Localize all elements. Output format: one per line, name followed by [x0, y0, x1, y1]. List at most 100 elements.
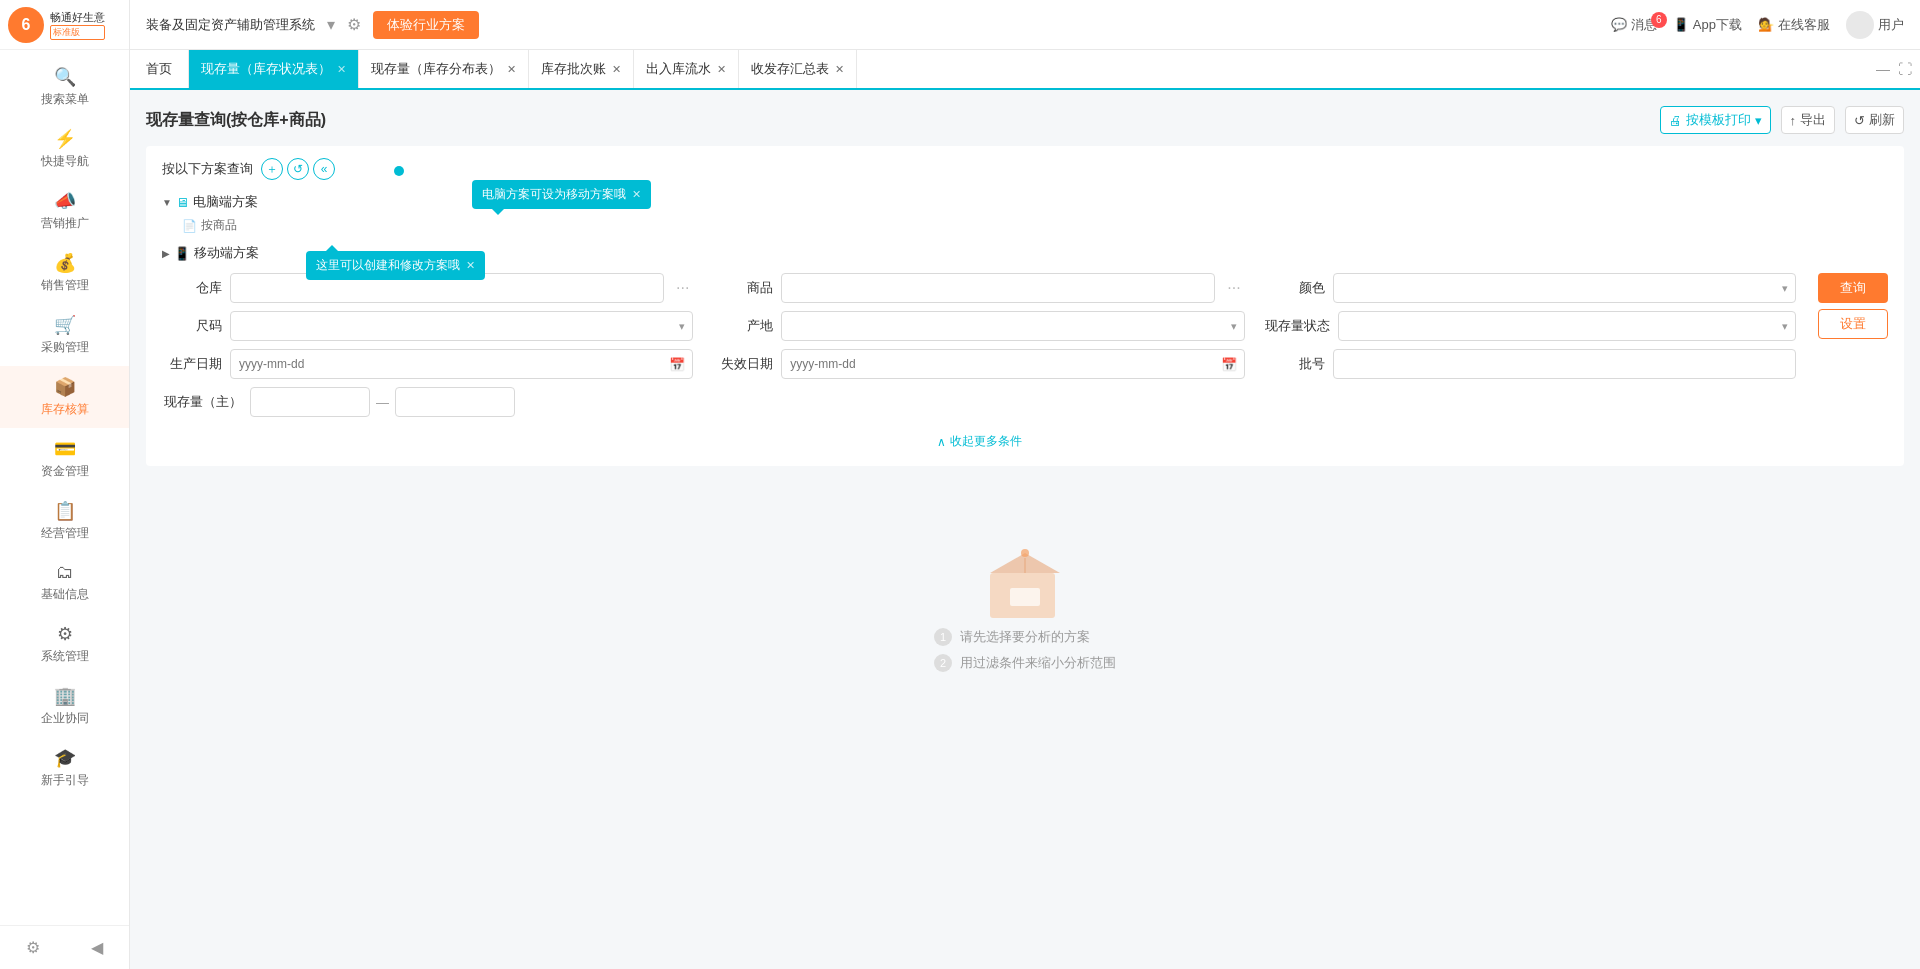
goods-input[interactable]	[781, 273, 1215, 303]
empty-illustration	[975, 538, 1075, 628]
tab-home[interactable]: 首页	[130, 50, 189, 88]
size-label: 尺码	[162, 317, 222, 335]
step-2-num: 2	[934, 654, 952, 672]
tab-close-inout-summary[interactable]: ✕	[835, 63, 844, 76]
tab-inventory-dist[interactable]: 现存量（库存分布表） ✕	[359, 50, 529, 88]
tooltip-scheme-close[interactable]: ✕	[632, 188, 641, 201]
refresh-btn[interactable]: ↺ 刷新	[1845, 106, 1904, 134]
sidebar-item-basic[interactable]: 🗂基础信息	[0, 552, 129, 613]
nav-label-finance: 资金管理	[41, 463, 89, 480]
sidebar-item-finance[interactable]: 💳资金管理	[0, 428, 129, 490]
sidebar-item-sales[interactable]: 💰销售管理	[0, 242, 129, 304]
nav-label-inventory: 库存核算	[41, 401, 89, 418]
warehouse-dots[interactable]: ···	[672, 279, 693, 297]
tab-batch-ledger[interactable]: 库存批次账 ✕	[529, 50, 634, 88]
app-download-item[interactable]: 📱 App下载	[1673, 16, 1742, 34]
stock-qty-max[interactable]	[395, 387, 515, 417]
empty-state: 1 请先选择要分析的方案 2 用过滤条件来缩小分析范围	[146, 478, 1904, 732]
stock-status-label: 现存量状态	[1265, 317, 1330, 335]
sidebar-item-system[interactable]: ⚙系统管理	[0, 613, 129, 675]
page-actions: 🖨 按模板打印 ▾ ↑ 导出 ↺ 刷新	[1660, 106, 1905, 134]
page-title-bar: 现存量查询(按仓库+商品) 🖨 按模板打印 ▾ ↑ 导出 ↺ 刷新	[146, 106, 1904, 134]
sidebar-settings-icon[interactable]: ⚙	[26, 938, 40, 957]
tab-inout-summary[interactable]: 收发存汇总表 ✕	[739, 50, 857, 88]
color-select-wrap	[1333, 273, 1796, 303]
service-icon: 💁	[1758, 17, 1774, 32]
sidebar-item-purchase[interactable]: 🛒采购管理	[0, 304, 129, 366]
filter-add-btn[interactable]: ＋	[261, 158, 283, 180]
tab-inout-flow[interactable]: 出入库流水 ✕	[634, 50, 739, 88]
nav-label-newbie: 新手引导	[41, 772, 89, 789]
user-item[interactable]: 用户	[1846, 11, 1904, 39]
tooltip-scheme: 电脑方案可设为移动方案哦 ✕	[472, 180, 651, 209]
tab-maximize-icon[interactable]: ⛶	[1898, 61, 1912, 77]
nav-icon-inventory: 📦	[54, 376, 76, 398]
filter-panel: 按以下方案查询 ＋ ↺ « 电脑方案可设为移动方案哦 ✕ ▼ 🖥	[146, 146, 1904, 466]
online-service-item[interactable]: 💁 在线客服	[1758, 16, 1830, 34]
prod-date-label: 生产日期	[162, 355, 222, 373]
filter-back-btn[interactable]: «	[313, 158, 335, 180]
goods-dots[interactable]: ···	[1223, 279, 1244, 297]
sidebar-item-search[interactable]: 🔍搜索菜单	[0, 56, 129, 118]
print-btn[interactable]: 🖨 按模板打印 ▾	[1660, 106, 1771, 134]
industry-btn[interactable]: 体验行业方案	[373, 11, 479, 39]
sidebar-item-enterprise[interactable]: 🏢企业协同	[0, 675, 129, 737]
export-btn[interactable]: ↑ 导出	[1781, 106, 1836, 134]
header-settings-icon[interactable]: ▾	[327, 15, 335, 34]
scheme-by-goods[interactable]: 📄 按商品	[182, 214, 1888, 237]
tab-close-inventory-dist[interactable]: ✕	[507, 63, 516, 76]
size-select[interactable]	[230, 311, 693, 341]
sidebar-item-inventory[interactable]: 📦 库存核算	[0, 366, 129, 428]
tab-inventory-status[interactable]: 现存量（库存状况表） ✕	[189, 50, 359, 88]
printer-icon: 🖨	[1669, 113, 1682, 128]
filter-batch: 批号	[1265, 349, 1796, 379]
nav-label-basic: 基础信息	[41, 586, 89, 603]
batch-label: 批号	[1265, 355, 1325, 373]
tab-close-batch-ledger[interactable]: ✕	[612, 63, 621, 76]
color-select[interactable]	[1333, 273, 1796, 303]
tab-close-inout-flow[interactable]: ✕	[717, 63, 726, 76]
filter-refresh-btn[interactable]: ↺	[287, 158, 309, 180]
empty-step-1: 1 请先选择要分析的方案	[934, 628, 1116, 646]
user-label: 用户	[1878, 16, 1904, 34]
tooltip-edit-close[interactable]: ✕	[466, 259, 475, 272]
sidebar-collapse-icon[interactable]: ◀	[91, 938, 103, 957]
tab-close-inventory-status[interactable]: ✕	[337, 63, 346, 76]
sidebar-item-operations[interactable]: 📋经营管理	[0, 490, 129, 552]
header-gear-icon[interactable]: ⚙	[347, 15, 361, 34]
origin-select[interactable]	[781, 311, 1244, 341]
stock-qty-min[interactable]	[250, 387, 370, 417]
notification-item[interactable]: 💬 消息 6	[1611, 16, 1657, 34]
sidebar-item-marketing[interactable]: 📣营销推广	[0, 180, 129, 242]
expire-date-wrap: 📅	[781, 349, 1244, 379]
sidebar-logo: 6 畅通好生意 标准版	[0, 0, 129, 50]
batch-input[interactable]	[1333, 349, 1796, 379]
sidebar-item-newbie[interactable]: 🎓新手引导	[0, 737, 129, 799]
expire-date-input[interactable]	[781, 349, 1244, 379]
prod-date-wrap: 📅	[230, 349, 693, 379]
message-icon: 💬	[1611, 17, 1627, 32]
page-title: 现存量查询(按仓库+商品)	[146, 110, 326, 131]
header-left: 装备及固定资产辅助管理系统 ▾ ⚙ 体验行业方案	[146, 11, 479, 39]
refresh-icon: ↺	[1854, 113, 1865, 128]
collapse-btn[interactable]: ∧ 收起更多条件	[162, 425, 1796, 454]
reset-btn[interactable]: 设置	[1818, 309, 1888, 339]
scheme-pc-children: 📄 按商品	[162, 214, 1888, 237]
nav-label-quicknav: 快捷导航	[41, 153, 89, 170]
tab-minimize-icon[interactable]: —	[1876, 61, 1890, 77]
empty-step-2: 2 用过滤条件来缩小分析范围	[934, 654, 1116, 672]
prod-date-input[interactable]	[230, 349, 693, 379]
origin-label: 产地	[713, 317, 773, 335]
nav-icon-enterprise: 🏢	[54, 685, 76, 707]
sidebar-item-quicknav[interactable]: ⚡快捷导航	[0, 118, 129, 180]
search-btn[interactable]: 查询	[1818, 273, 1888, 303]
user-avatar	[1846, 11, 1874, 39]
stock-status-select[interactable]	[1338, 311, 1796, 341]
filter-origin: 产地	[713, 311, 1244, 341]
filter-goods: 商品 ···	[713, 273, 1244, 303]
export-icon: ↑	[1790, 113, 1797, 128]
filter-row-2: 尺码 产地 现存量状态	[162, 311, 1796, 341]
scheme-pc[interactable]: ▼ 🖥 电脑端方案	[162, 190, 1888, 214]
scheme-pc-icon: 🖥	[176, 195, 189, 210]
filter-row-3: 生产日期 📅 失效日期 📅	[162, 349, 1796, 379]
